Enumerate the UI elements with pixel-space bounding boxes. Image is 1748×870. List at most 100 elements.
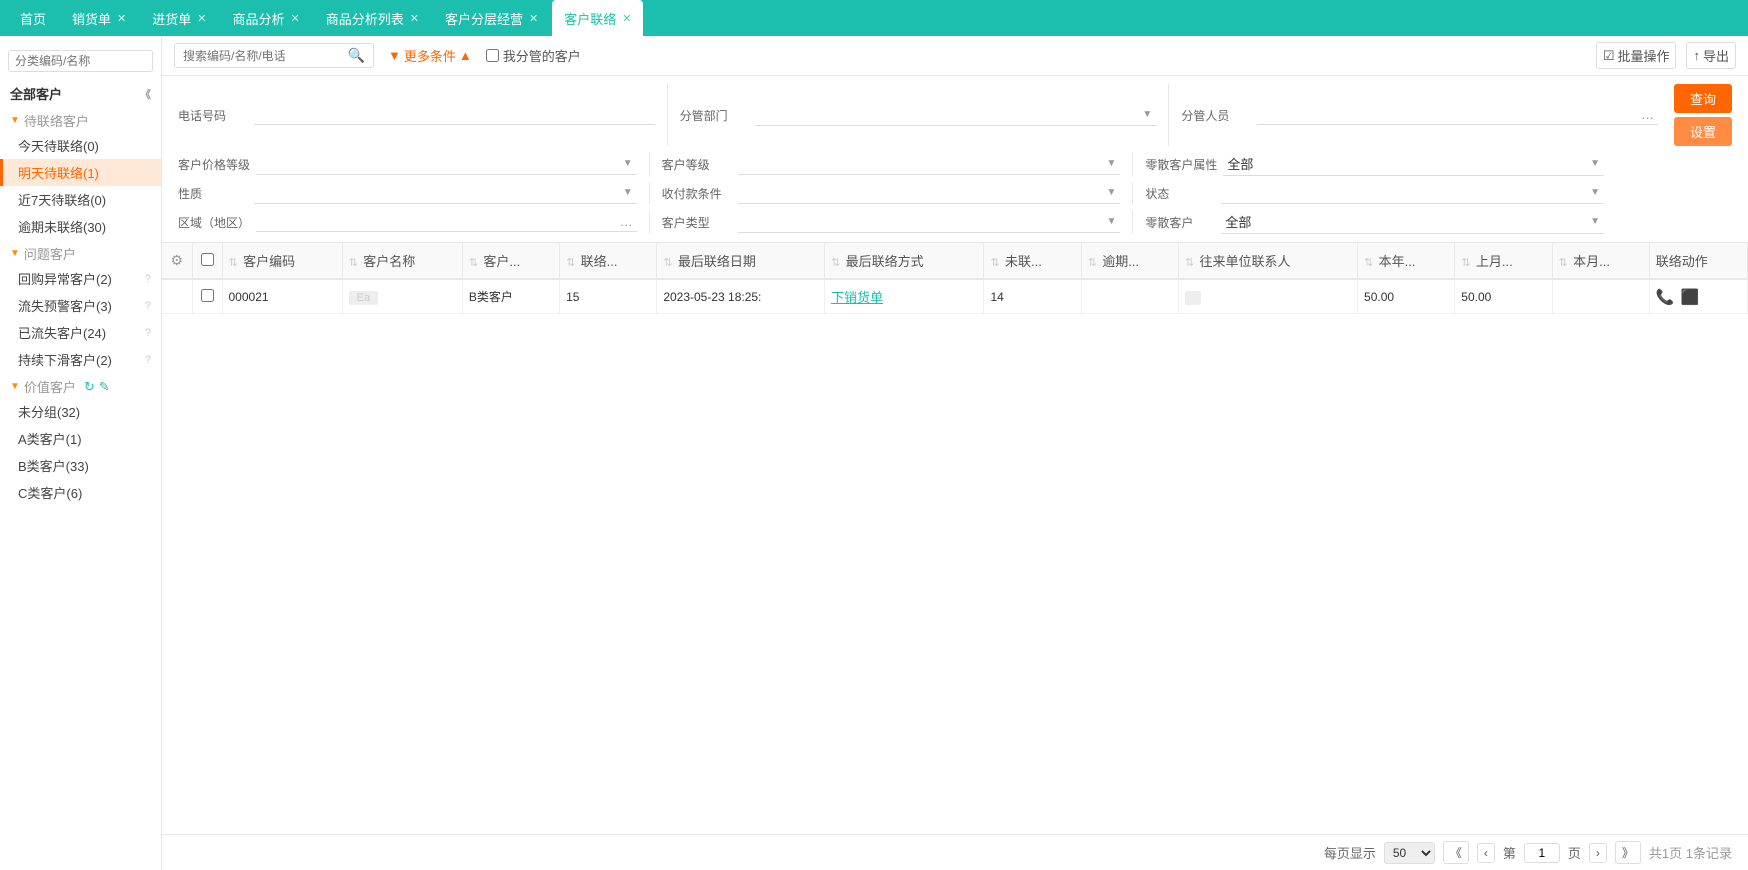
close-goods-analysis-list-icon[interactable]: ✕	[410, 12, 419, 25]
sidebar-item-continuous-decline[interactable]: 持续下滑客户(2) ?	[0, 346, 161, 373]
page-input[interactable]	[1524, 843, 1560, 863]
prev-page-btn[interactable]: ‹	[1477, 843, 1495, 863]
table-gear-icon[interactable]: ⚙	[170, 252, 183, 268]
td-name: Ea	[342, 279, 462, 314]
row-checkbox[interactable]	[201, 289, 214, 302]
close-sales-icon[interactable]: ✕	[117, 12, 126, 25]
last-contact-method-link[interactable]: 下销货单	[831, 290, 883, 305]
retail-attr-select[interactable]: 全部 ▼	[1223, 152, 1604, 176]
dept-select[interactable]: ▼	[756, 104, 1157, 126]
close-customer-contact-icon[interactable]: ✕	[622, 12, 631, 25]
sidebar-item-class-a[interactable]: A类客户(1)	[0, 425, 161, 452]
my-customers-checkbox-label[interactable]: 我分管的客户	[486, 46, 581, 65]
table-header-row: ⚙ ⇅ 客户编码 ⇅ 客户名称	[162, 243, 1748, 279]
nav-customer-contact[interactable]: 客户联络 ✕	[552, 0, 643, 36]
nav-goods-analysis[interactable]: 商品分析 ✕	[220, 0, 311, 36]
contact-qr-icon[interactable]: ⬛	[1680, 288, 1699, 306]
first-page-btn[interactable]: 《	[1443, 841, 1469, 864]
caret-up-icon: ▲	[459, 48, 472, 63]
th-contact-action: 联络动作	[1649, 243, 1747, 279]
sidebar-item-week[interactable]: 近7天待联络(0)	[0, 186, 161, 213]
retail-customer-select[interactable]: 全部 ▼	[1221, 210, 1604, 234]
th-last-contact-date: ⇅ 最后联络日期	[657, 243, 825, 279]
customer-level-select[interactable]: ▼	[738, 153, 1121, 175]
region-more-icon[interactable]: …	[616, 214, 637, 229]
sort-not-contacted-icon: ⇅	[990, 257, 999, 269]
sidebar-item-class-c[interactable]: C类客户(6)	[0, 479, 161, 506]
sort-overdue-icon: ⇅	[1088, 257, 1097, 269]
sidebar-search-box[interactable]: 🔍	[8, 50, 153, 72]
nav-customer-tier[interactable]: 客户分层经营 ✕	[433, 0, 550, 36]
close-customer-tier-icon[interactable]: ✕	[529, 12, 538, 25]
price-level-caret: ▼	[623, 158, 633, 169]
main-search-box[interactable]: 🔍	[174, 43, 374, 68]
settings-btn[interactable]: 设置	[1674, 117, 1732, 146]
sidebar-item-lost[interactable]: 已流失客户(24) ?	[0, 319, 161, 346]
filter-customer-price-level: 客户价格等级 ▼	[178, 153, 637, 175]
page-unit: 页	[1568, 843, 1581, 862]
filter-person: 分管人员 …	[1181, 106, 1658, 125]
payment-caret: ▼	[1106, 187, 1116, 198]
filter-row-3: 性质 ▼ 收付款条件 ▼ 状态	[178, 182, 1732, 204]
select-all-checkbox[interactable]	[201, 253, 214, 266]
all-customers-label[interactable]: 全部客户 《	[0, 80, 161, 107]
sidebar-item-repurchase-abnormal[interactable]: 回购异常客户(2) ?	[0, 265, 161, 292]
more-conditions-btn[interactable]: ▼ 更多条件 ▲	[382, 43, 478, 68]
help-icon-continuous-decline[interactable]: ?	[145, 354, 151, 366]
close-goods-analysis-icon[interactable]: ✕	[291, 12, 300, 25]
sidebar-search-input[interactable]	[15, 54, 162, 68]
filter-dept: 分管部门 ▼	[680, 104, 1157, 126]
nav-goods-analysis-list[interactable]: 商品分析列表 ✕	[314, 0, 431, 36]
nature-select[interactable]: ▼	[254, 182, 637, 204]
th-customer-type: ⇅ 客户...	[462, 243, 559, 279]
retail-attr-caret: ▼	[1590, 158, 1600, 169]
close-purchase-icon[interactable]: ✕	[197, 12, 206, 25]
collapse-icon: 《	[140, 86, 151, 102]
status-select[interactable]: ▼	[1221, 182, 1604, 204]
filter-customer-type: 客户类型 ▼	[662, 211, 1121, 233]
nav-sales[interactable]: 销货单 ✕	[60, 0, 138, 36]
table-footer: 每页显示 50 100 200 《 ‹ 第 页 › 》 共1页 1条记录	[162, 834, 1748, 870]
last-page-btn[interactable]: 》	[1615, 841, 1641, 864]
main-search-icon[interactable]: 🔍	[348, 47, 365, 64]
nav-purchase[interactable]: 进货单 ✕	[140, 0, 218, 36]
main-table: ⚙ ⇅ 客户编码 ⇅ 客户名称	[162, 243, 1748, 314]
phone-input[interactable]	[254, 106, 655, 125]
customer-type-select[interactable]: ▼	[738, 211, 1121, 233]
sidebar-item-overdue[interactable]: 逾期未联络(30)	[0, 213, 161, 240]
main-search-input[interactable]	[183, 49, 348, 63]
customer-level-label: 客户等级	[662, 156, 732, 173]
sidebar-item-today[interactable]: 今天待联络(0)	[0, 132, 161, 159]
my-customers-checkbox[interactable]	[486, 49, 499, 62]
sidebar-item-ungrouped[interactable]: 未分组(32)	[0, 398, 161, 425]
refresh-icon[interactable]: ↻	[84, 379, 95, 395]
edit-value-icon[interactable]: ✎	[99, 379, 110, 395]
sidebar-item-class-b[interactable]: B类客户(33)	[0, 452, 161, 479]
filter-status: 状态 ▼	[1145, 182, 1604, 204]
nav-home[interactable]: 首页	[8, 0, 58, 36]
export-btn[interactable]: ↑ 导出	[1686, 42, 1736, 69]
payment-terms-select[interactable]: ▼	[738, 182, 1121, 204]
help-icon-lost-risk[interactable]: ?	[145, 300, 151, 312]
filter-retail-attr: 零散客户属性 全部 ▼	[1145, 152, 1604, 176]
per-page-label: 每页显示	[1324, 843, 1376, 862]
region-input[interactable]	[256, 213, 616, 231]
sort-contact-icon: ⇅	[566, 257, 575, 269]
th-last-month: ⇅ 上月...	[1455, 243, 1552, 279]
sidebar-item-tomorrow[interactable]: 明天待联络(1)	[0, 159, 161, 186]
batch-ops-btn[interactable]: ☑ 批量操作	[1596, 42, 1677, 69]
th-contact: ⇅ 联络...	[560, 243, 657, 279]
problem-customers-section: ▼ 问题客户	[0, 240, 161, 265]
filter-row-1: 电话号码 分管部门 ▼ 分管人员 …	[178, 84, 1732, 146]
person-input[interactable]	[1257, 106, 1637, 124]
query-btn[interactable]: 查询	[1674, 84, 1732, 113]
sidebar-item-lost-risk[interactable]: 流失预警客户(3) ?	[0, 292, 161, 319]
next-page-btn[interactable]: ›	[1589, 843, 1607, 863]
person-more-icon[interactable]: …	[1637, 107, 1658, 122]
customer-price-level-select[interactable]: ▼	[256, 153, 637, 175]
help-icon-repurchase[interactable]: ?	[145, 273, 151, 285]
retail-customer-label: 零散客户	[1145, 214, 1215, 231]
per-page-select[interactable]: 50 100 200	[1384, 842, 1435, 864]
help-icon-lost[interactable]: ?	[145, 327, 151, 339]
contact-phone-icon[interactable]: 📞	[1656, 288, 1675, 306]
